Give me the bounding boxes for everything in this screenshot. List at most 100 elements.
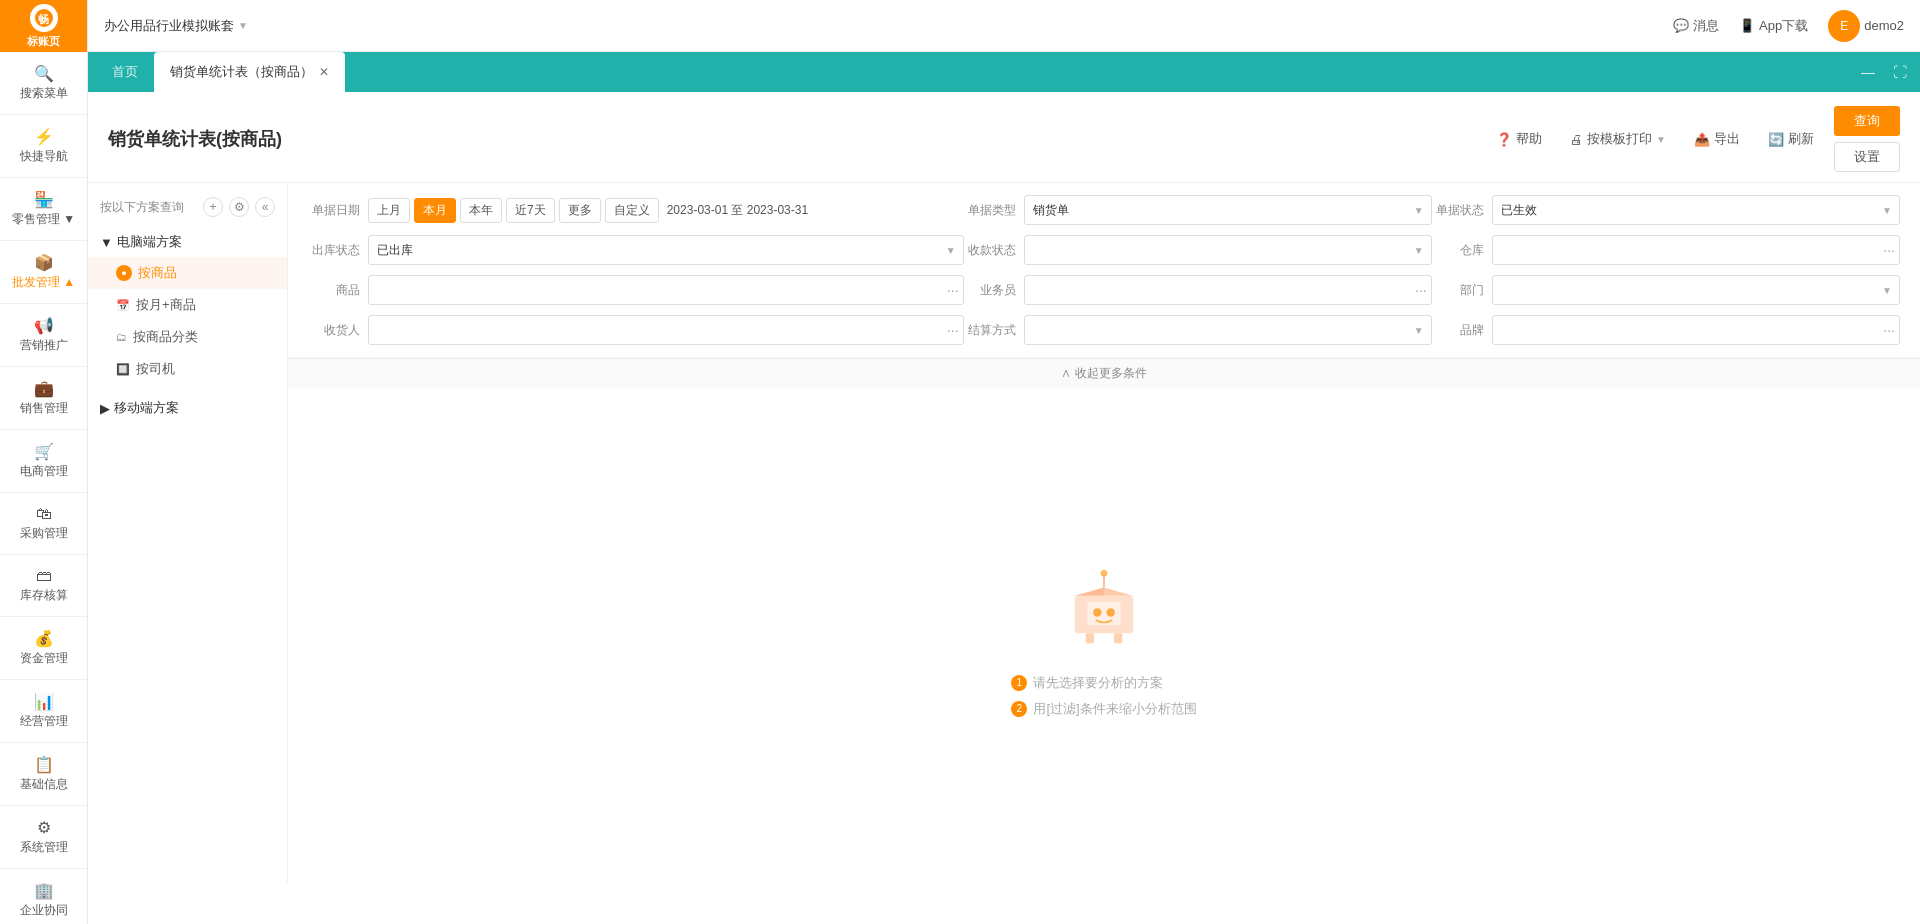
help-btn[interactable]: ❓ 帮助 bbox=[1488, 126, 1550, 152]
sidebar-item-label: 基础信息 bbox=[4, 776, 83, 793]
warehouse-input[interactable]: ··· bbox=[1492, 235, 1900, 265]
sidebar-item-base[interactable]: 📋 基础信息 bbox=[0, 743, 87, 806]
content-inner: 销货单统计表(按商品) ❓ 帮助 🖨 按模板打印 ▼ 📤 导出 bbox=[88, 92, 1920, 924]
date-btn-last-month[interactable]: 上月 bbox=[368, 198, 410, 223]
driver-icon: 🔲 bbox=[116, 363, 130, 376]
print-chevron-icon: ▼ bbox=[1656, 134, 1666, 145]
sidebar-item-enterprise[interactable]: 🏢 企业协同 bbox=[0, 869, 87, 924]
svg-rect-5 bbox=[1087, 601, 1120, 624]
print-btn[interactable]: 🖨 按模板打印 ▼ bbox=[1562, 126, 1674, 152]
payment-select[interactable] bbox=[1024, 315, 1432, 345]
sidebar-item-operations[interactable]: 📊 经营管理 bbox=[0, 680, 87, 743]
dots-icon[interactable]: ··· bbox=[1415, 282, 1427, 298]
app-download-btn[interactable]: 📱 App下载 bbox=[1739, 17, 1808, 35]
brand-input[interactable]: ··· bbox=[1492, 315, 1900, 345]
plan-section-mobile: ▶ 移动端方案 bbox=[88, 389, 287, 427]
date-btn-custom[interactable]: 自定义 bbox=[605, 198, 659, 223]
top-header: 办公用品行业模拟账套 ▼ 💬 消息 📱 App下载 E demo2 bbox=[88, 0, 1920, 52]
sidebar-item-purchase[interactable]: 🛍 采购管理 bbox=[0, 493, 87, 555]
sidebar-item-ecommerce[interactable]: 🛒 电商管理 bbox=[0, 430, 87, 493]
tab-actions: — ⛶ bbox=[1856, 60, 1912, 84]
template-selector[interactable]: 办公用品行业模拟账套 ▼ bbox=[104, 17, 248, 35]
query-btn[interactable]: 查询 bbox=[1834, 106, 1900, 136]
sidebar-item-label: 批发管理 ▲ bbox=[4, 274, 83, 291]
template-label: 办公用品行业模拟账套 bbox=[104, 17, 234, 35]
pay-status-select[interactable] bbox=[1024, 235, 1432, 265]
salesperson-input[interactable]: ··· bbox=[1024, 275, 1432, 305]
search-icon: 🔍 bbox=[4, 64, 83, 83]
message-btn[interactable]: 💬 消息 bbox=[1673, 17, 1719, 35]
user-profile[interactable]: E demo2 bbox=[1828, 10, 1904, 42]
collapse-bar[interactable]: ∧ 收起更多条件 bbox=[288, 358, 1920, 388]
sidebar-item-finance[interactable]: 💰 资金管理 bbox=[0, 617, 87, 680]
sidebar-item-search[interactable]: 🔍 搜索菜单 bbox=[0, 52, 87, 115]
download-icon: 📱 bbox=[1739, 18, 1755, 33]
refresh-btn[interactable]: 🔄 刷新 bbox=[1760, 126, 1822, 152]
svg-point-7 bbox=[1107, 608, 1115, 616]
enterprise-icon: 🏢 bbox=[4, 881, 83, 900]
dots-icon[interactable]: ··· bbox=[947, 282, 959, 298]
tab-bar: 首页 销货单统计表（按商品） ✕ — ⛶ bbox=[88, 52, 1920, 92]
minimize-btn[interactable]: — bbox=[1856, 60, 1880, 84]
filter-row-1: 单据日期 上月 本月 本年 近7天 更多 自定义 2023-03-01 至 20… bbox=[308, 195, 1900, 225]
plan-section-mobile-title[interactable]: ▶ 移动端方案 bbox=[88, 393, 287, 423]
plan-item-by-goods[interactable]: ● 按商品 bbox=[88, 257, 287, 289]
help-label: 帮助 bbox=[1516, 130, 1542, 148]
goods-input[interactable]: ··· bbox=[368, 275, 964, 305]
tip-number-icon: 1 bbox=[1011, 675, 1027, 691]
tab-home-label: 首页 bbox=[112, 63, 138, 81]
content-area: 销货单统计表(按商品) ❓ 帮助 🖨 按模板打印 ▼ 📤 导出 bbox=[88, 92, 1920, 924]
tab-home[interactable]: 首页 bbox=[96, 52, 154, 92]
out-status-select[interactable]: 已出库 bbox=[368, 235, 964, 265]
inventory-icon: 🗃 bbox=[4, 567, 83, 585]
dept-select-wrapper: ▼ bbox=[1492, 275, 1900, 305]
filter-field-goods: 商品 ··· bbox=[308, 275, 964, 305]
sidebar-item-wholesale[interactable]: 📦 批发管理 ▲ bbox=[0, 241, 87, 304]
date-btn-7days[interactable]: 近7天 bbox=[506, 198, 555, 223]
svg-rect-10 bbox=[1086, 633, 1094, 643]
dept-select[interactable] bbox=[1492, 275, 1900, 305]
plan-item-by-category[interactable]: 🗂 按商品分类 bbox=[88, 321, 287, 353]
sidebar-item-quick-nav[interactable]: ⚡ 快捷导航 bbox=[0, 115, 87, 178]
app-logo: 畅 标账页 bbox=[0, 0, 87, 52]
status-select[interactable]: 已生效 bbox=[1492, 195, 1900, 225]
sidebar-item-label: 销售管理 bbox=[4, 400, 83, 417]
tab-report[interactable]: 销货单统计表（按商品） ✕ bbox=[154, 52, 345, 92]
plan-item-by-driver[interactable]: 🔲 按司机 bbox=[88, 353, 287, 385]
date-btn-this-month[interactable]: 本月 bbox=[414, 198, 456, 223]
receiver-input[interactable]: ··· bbox=[368, 315, 964, 345]
sidebar-item-label: 快捷导航 bbox=[4, 148, 83, 165]
settings-btn[interactable]: 设置 bbox=[1834, 142, 1900, 172]
print-icon: 🖨 bbox=[1570, 132, 1583, 147]
export-btn[interactable]: 📤 导出 bbox=[1686, 126, 1748, 152]
sidebar-item-sales[interactable]: 💼 销售管理 bbox=[0, 367, 87, 430]
sidebar-item-inventory[interactable]: 🗃 库存核算 bbox=[0, 555, 87, 617]
sidebar-item-marketing[interactable]: 📢 营销推广 bbox=[0, 304, 87, 367]
date-btn-more[interactable]: 更多 bbox=[559, 198, 601, 223]
tab-close-icon[interactable]: ✕ bbox=[319, 65, 329, 79]
plan-collapse-btn[interactable]: « bbox=[255, 197, 275, 217]
maximize-btn[interactable]: ⛶ bbox=[1888, 60, 1912, 84]
page-header: 销货单统计表(按商品) ❓ 帮助 🖨 按模板打印 ▼ 📤 导出 bbox=[88, 92, 1920, 183]
sidebar-item-retail[interactable]: 🏪 零售管理 ▼ bbox=[0, 178, 87, 241]
plan-settings-btn[interactable]: ⚙ bbox=[229, 197, 249, 217]
dots-icon[interactable]: ··· bbox=[947, 322, 959, 338]
filter-field-type: 单据类型 销货单 ▼ bbox=[964, 195, 1432, 225]
filter-right: 单据日期 上月 本月 本年 近7天 更多 自定义 2023-03-01 至 20… bbox=[288, 183, 1920, 883]
filter-field-dept: 部门 ▼ bbox=[1432, 275, 1900, 305]
svg-marker-3 bbox=[1075, 587, 1104, 595]
message-label: 消息 bbox=[1693, 17, 1719, 35]
plan-add-btn[interactable]: + bbox=[203, 197, 223, 217]
type-select[interactable]: 销货单 bbox=[1024, 195, 1432, 225]
dept-label: 部门 bbox=[1432, 282, 1492, 299]
export-icon: 📤 bbox=[1694, 132, 1710, 147]
dots-icon[interactable]: ··· bbox=[1883, 322, 1895, 338]
plan-item-by-month-goods[interactable]: 📅 按月+商品 bbox=[88, 289, 287, 321]
sidebar-item-label: 经营管理 bbox=[4, 713, 83, 730]
header-right: 💬 消息 📱 App下载 E demo2 bbox=[1673, 10, 1904, 42]
plan-section-pc-title[interactable]: ▼ 电脑端方案 bbox=[88, 227, 287, 257]
sidebar-item-system[interactable]: ⚙ 系统管理 bbox=[0, 806, 87, 869]
date-btn-this-year[interactable]: 本年 bbox=[460, 198, 502, 223]
dots-icon[interactable]: ··· bbox=[1883, 242, 1895, 258]
ecommerce-icon: 🛒 bbox=[4, 442, 83, 461]
